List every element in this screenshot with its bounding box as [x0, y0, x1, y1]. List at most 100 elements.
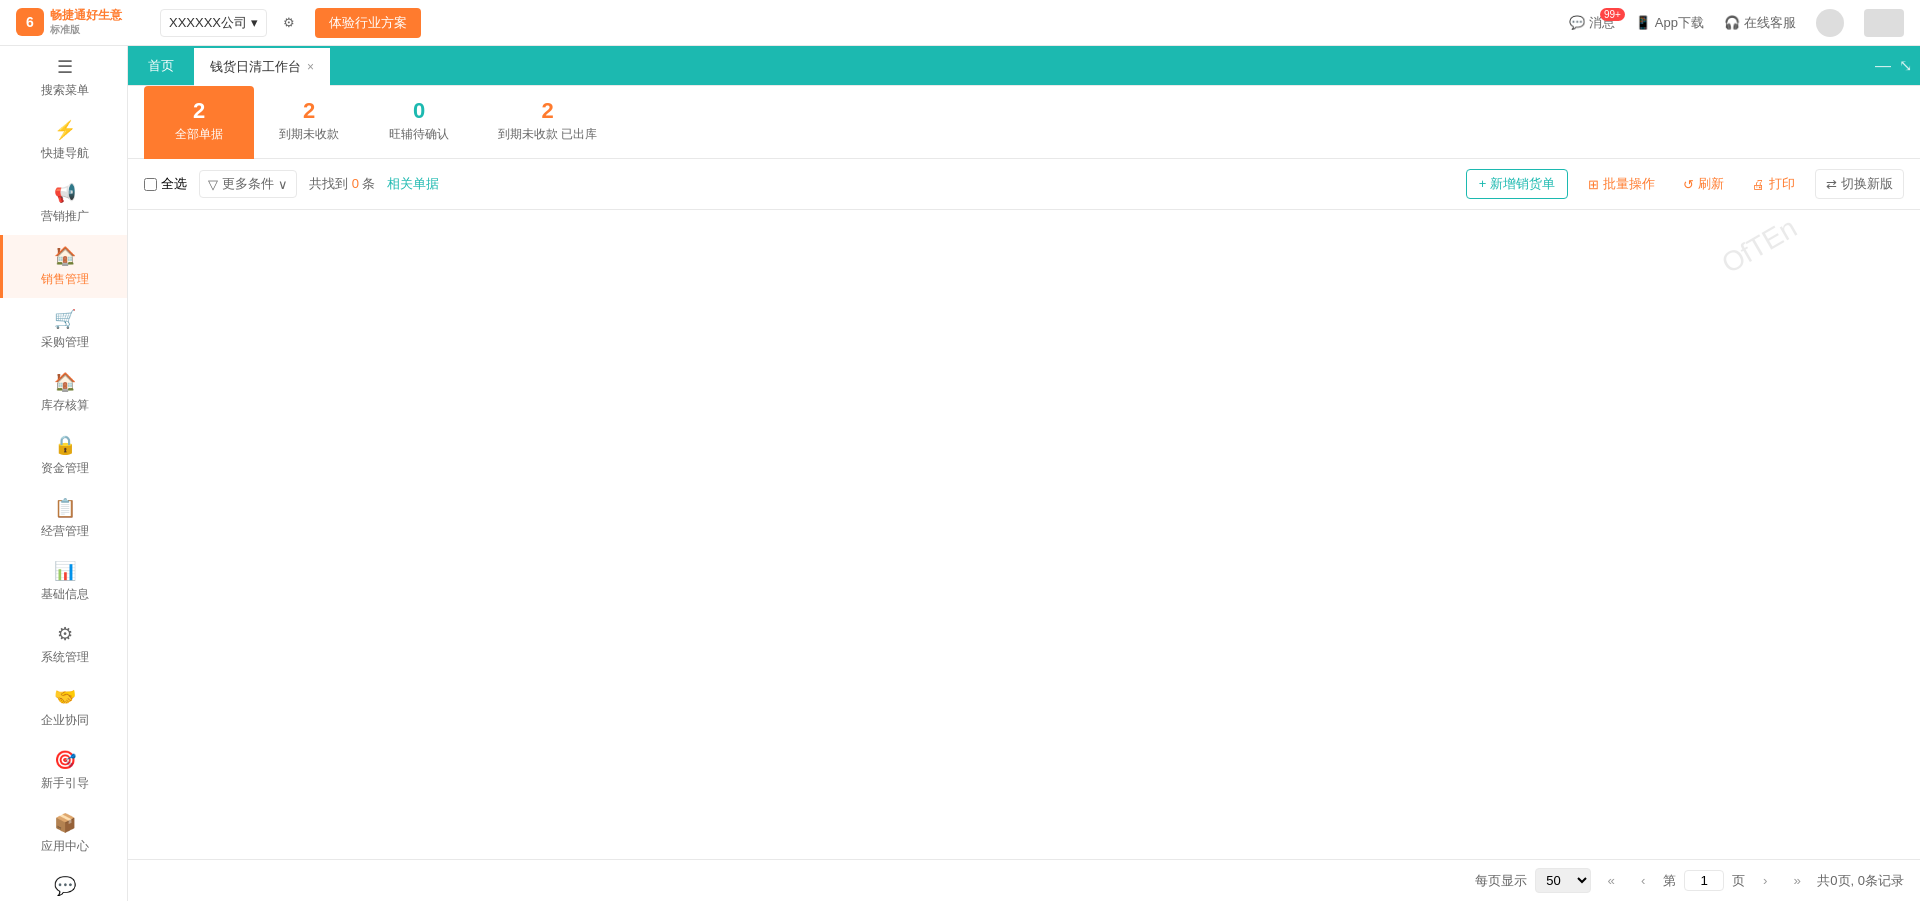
- first-page-button[interactable]: «: [1599, 869, 1623, 893]
- filter-button[interactable]: ▽ 更多条件 ∨: [199, 170, 297, 198]
- tab-home[interactable]: 首页: [128, 46, 194, 86]
- online-service-button[interactable]: 🎧 在线客服: [1724, 14, 1796, 32]
- next-page-button[interactable]: ›: [1753, 869, 1777, 893]
- stats-label-all: 全部单据: [175, 126, 223, 143]
- tab-close-button[interactable]: ×: [307, 60, 314, 74]
- inventory-icon: 🏠: [54, 371, 76, 393]
- app-download-button[interactable]: 📱 App下载: [1635, 14, 1704, 32]
- company-selector[interactable]: XXXXXX公司 ▾: [160, 9, 267, 37]
- sidebar-item-operations[interactable]: 📋 经营管理: [0, 487, 127, 550]
- stats-label-overdue-shipped: 到期未收款 已出库: [498, 126, 597, 143]
- related-records-link[interactable]: 相关单据: [387, 175, 439, 193]
- guide-icon: 🎯: [54, 749, 76, 771]
- sidebar-item-system[interactable]: ⚙ 系统管理: [0, 613, 127, 676]
- chevron-down-icon: ▾: [251, 15, 258, 30]
- marketing-icon: 📢: [54, 182, 76, 204]
- operations-icon: 📋: [54, 497, 76, 519]
- stats-tab-pending[interactable]: 0 旺辅待确认: [364, 86, 474, 158]
- tab-minimize-button[interactable]: —: [1875, 57, 1891, 75]
- search-menu-icon: ☰: [57, 56, 73, 78]
- settings-button[interactable]: ⚙: [275, 9, 303, 37]
- found-count: 0: [352, 176, 359, 191]
- pagination: 每页显示 50 100 200 « ‹ 第 页 › » 共0页, 0条记录: [128, 859, 1920, 901]
- refresh-button[interactable]: ↺ 刷新: [1675, 170, 1732, 198]
- stats-num-pending: 0: [413, 98, 425, 124]
- sidebar-item-finance[interactable]: 🔒 资金管理: [0, 424, 127, 487]
- batch-icon: ⊞: [1588, 177, 1599, 192]
- message-badge: 99+: [1600, 8, 1625, 21]
- watermark: OfTEn: [1716, 212, 1802, 280]
- stats-tabs: 2 全部单据 2 到期未收款 0 旺辅待确认 2 到期未收款 已出库: [128, 86, 1920, 159]
- avatar[interactable]: [1816, 9, 1844, 37]
- per-page-select[interactable]: 50 100 200: [1535, 868, 1591, 893]
- top-right-area: 💬 消息 99+ 📱 App下载 🎧 在线客服: [1569, 9, 1904, 37]
- print-icon: 🖨: [1752, 177, 1765, 192]
- message-icon: 💬: [1569, 15, 1585, 30]
- sidebar-item-app-center[interactable]: 📦 应用中心: [0, 802, 127, 865]
- main-layout: ☰ 搜索菜单 ⚡ 快捷导航 📢 营销推广 🏠 销售管理 🛒 采购管理 🏠 库存核…: [0, 46, 1920, 901]
- message-button[interactable]: 💬 消息 99+: [1569, 14, 1615, 32]
- tab-bar-right: — ⤡: [1875, 56, 1920, 75]
- stats-num-all: 2: [193, 98, 205, 124]
- filter-arrow-icon: ∨: [278, 177, 288, 192]
- prev-page-button[interactable]: ‹: [1631, 869, 1655, 893]
- app-download-icon: 📱: [1635, 15, 1651, 30]
- system-icon: ⚙: [57, 623, 73, 645]
- sidebar-item-marketing[interactable]: 📢 营销推广: [0, 172, 127, 235]
- app-center-icon: 📦: [54, 812, 76, 834]
- tab-bar: 首页 钱货日清工作台 × — ⤡: [128, 46, 1920, 86]
- sidebar: ☰ 搜索菜单 ⚡ 快捷导航 📢 营销推广 🏠 销售管理 🛒 采购管理 🏠 库存核…: [0, 46, 128, 901]
- refresh-icon: ↺: [1683, 177, 1694, 192]
- sales-icon: 🏠: [54, 245, 76, 267]
- stats-num-overdue: 2: [303, 98, 315, 124]
- logo-area: 6 畅捷通好生意 标准版: [16, 8, 144, 36]
- page-number-input[interactable]: [1684, 870, 1724, 891]
- sidebar-item-basic-info[interactable]: 📊 基础信息: [0, 550, 127, 613]
- switch-version-button[interactable]: ⇄ 切换新版: [1815, 169, 1904, 199]
- wechat-icon: 💬: [54, 875, 76, 897]
- finance-icon: 🔒: [54, 434, 76, 456]
- logo-icon: 6: [16, 8, 44, 36]
- table-area: OfTEn: [128, 210, 1920, 859]
- experience-button[interactable]: 体验行业方案: [315, 8, 421, 38]
- service-icon: 🎧: [1724, 15, 1740, 30]
- sidebar-item-inventory[interactable]: 🏠 库存核算: [0, 361, 127, 424]
- total-records-text: 共0页, 0条记录: [1817, 872, 1904, 890]
- sidebar-item-quick-nav[interactable]: ⚡ 快捷导航: [0, 109, 127, 172]
- select-all-checkbox[interactable]: 全选: [144, 175, 187, 193]
- found-text: 共找到 0 条: [309, 175, 375, 193]
- tab-active[interactable]: 钱货日清工作台 ×: [194, 46, 330, 86]
- print-button[interactable]: 🖨 打印: [1744, 170, 1803, 198]
- sidebar-item-enterprise[interactable]: 🤝 企业协同: [0, 676, 127, 739]
- batch-operation-button[interactable]: ⊞ 批量操作: [1580, 170, 1663, 198]
- logo-text: 畅捷通好生意 标准版: [50, 8, 122, 36]
- basic-info-icon: 📊: [54, 560, 76, 582]
- enterprise-icon: 🤝: [54, 686, 76, 708]
- quick-nav-icon: ⚡: [54, 119, 76, 141]
- content-area: 首页 钱货日清工作台 × — ⤡ 2 全部单据 2 到期未收款: [128, 46, 1920, 901]
- filter-icon: ▽: [208, 177, 218, 192]
- page-content: 2 全部单据 2 到期未收款 0 旺辅待确认 2 到期未收款 已出库: [128, 86, 1920, 901]
- stats-num-overdue-shipped: 2: [542, 98, 554, 124]
- toolbar: 全选 ▽ 更多条件 ∨ 共找到 0 条 相关单据 + 新增销货单: [128, 159, 1920, 210]
- stats-tab-overdue-shipped[interactable]: 2 到期未收款 已出库: [474, 86, 621, 158]
- select-all-input[interactable]: [144, 178, 157, 191]
- toolbar-left: 全选 ▽ 更多条件 ∨ 共找到 0 条 相关单据: [144, 170, 1454, 198]
- sidebar-item-purchase[interactable]: 🛒 采购管理: [0, 298, 127, 361]
- sidebar-item-wechat[interactable]: 💬 企业微信: [0, 865, 127, 901]
- top-bar: 6 畅捷通好生意 标准版 XXXXXX公司 ▾ ⚙ 体验行业方案 💬 消息 99…: [0, 0, 1920, 46]
- stats-tab-all[interactable]: 2 全部单据: [144, 86, 254, 159]
- stats-tab-overdue[interactable]: 2 到期未收款: [254, 86, 364, 158]
- new-sales-order-button[interactable]: + 新增销货单: [1466, 169, 1568, 199]
- sidebar-item-search-menu[interactable]: ☰ 搜索菜单: [0, 46, 127, 109]
- switch-icon: ⇄: [1826, 177, 1837, 192]
- toolbar-right: + 新增销货单 ⊞ 批量操作 ↺ 刷新 🖨 打印 ⇄: [1466, 169, 1904, 199]
- tab-expand-button[interactable]: ⤡: [1899, 56, 1912, 75]
- sidebar-item-sales[interactable]: 🏠 销售管理: [0, 235, 127, 298]
- last-page-button[interactable]: »: [1785, 869, 1809, 893]
- user-dropdown[interactable]: [1864, 9, 1904, 37]
- stats-label-pending: 旺辅待确认: [389, 126, 449, 143]
- purchase-icon: 🛒: [54, 308, 76, 330]
- sidebar-item-guide[interactable]: 🎯 新手引导: [0, 739, 127, 802]
- stats-label-overdue: 到期未收款: [279, 126, 339, 143]
